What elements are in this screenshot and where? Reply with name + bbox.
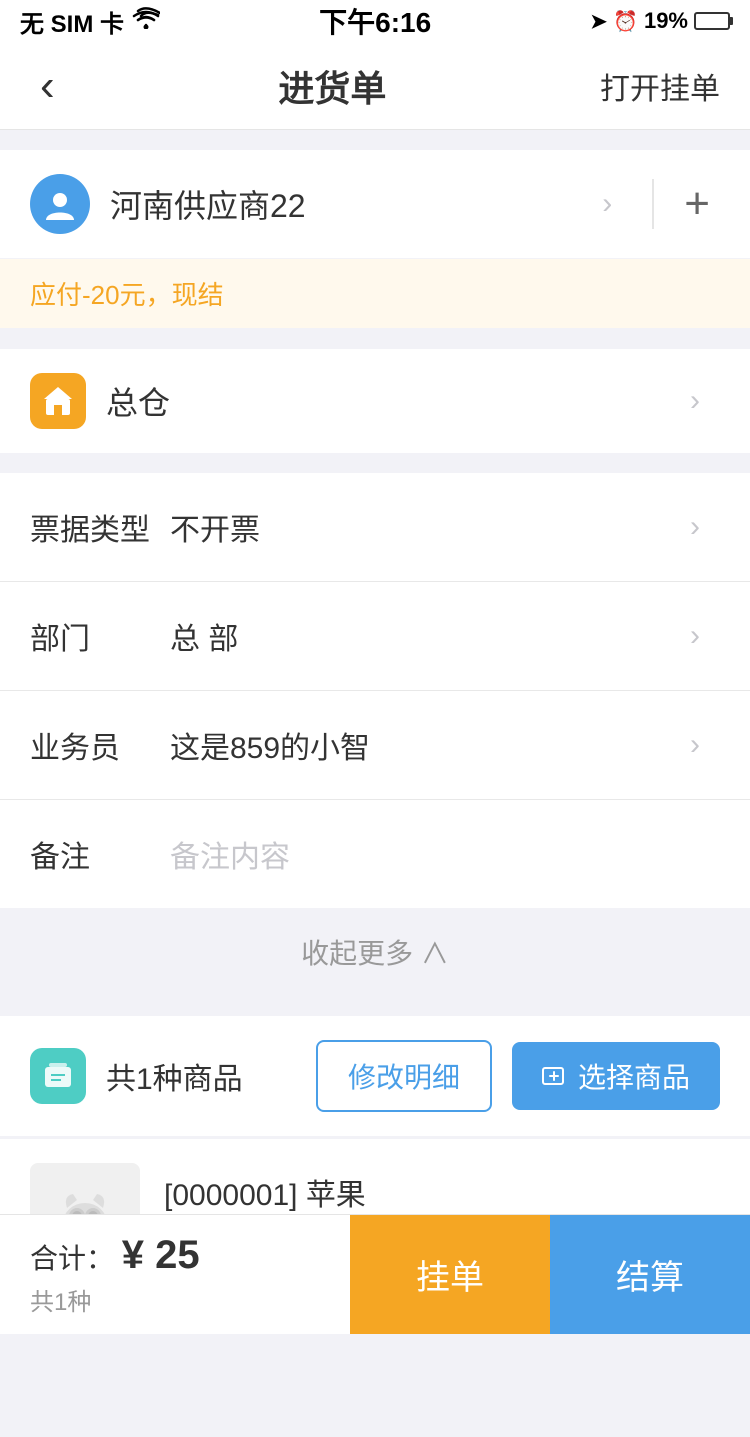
alarm-icon: ⏰	[613, 9, 638, 34]
footer-total-row: 合计： ¥ 25	[30, 1233, 320, 1278]
warehouse-row[interactable]: 总仓 ›	[0, 349, 750, 453]
remarks-row[interactable]: 备注 备注内容	[0, 800, 750, 908]
settle-label: 结算	[616, 1250, 684, 1299]
invoice-chevron-icon: ›	[690, 510, 700, 544]
invoice-row[interactable]: 票据类型 不开票 ›	[0, 473, 750, 582]
page-title: 进货单	[278, 60, 386, 112]
warehouse-icon	[30, 373, 86, 429]
supplier-avatar	[30, 174, 90, 234]
battery-icon	[694, 12, 730, 30]
products-header: 共1种商品 修改明细 选择商品	[0, 1016, 750, 1136]
warehouse-name: 总仓	[106, 378, 690, 424]
back-button[interactable]: ‹	[30, 51, 65, 121]
footer-total: 合计： ¥ 25 共1种	[0, 1215, 350, 1334]
select-product-button[interactable]: 选择商品	[512, 1042, 720, 1110]
staff-label: 业务员	[30, 723, 170, 767]
battery-percent: 19%	[644, 8, 688, 34]
edit-detail-button[interactable]: 修改明细	[316, 1040, 492, 1112]
product-title: 苹果	[306, 1179, 366, 1212]
total-amount: ¥ 25	[122, 1233, 200, 1277]
wifi-icon	[132, 7, 160, 36]
department-value: 总 部	[170, 614, 690, 658]
status-bar: 无 SIM 卡 下午6:16 ➤ ⏰ 19%	[0, 0, 750, 42]
footer: 合计： ¥ 25 共1种 挂单 结算	[0, 1214, 750, 1334]
department-label: 部门	[30, 614, 170, 658]
settle-button[interactable]: 结算	[550, 1215, 750, 1334]
invoice-label: 票据类型	[30, 505, 170, 549]
location-icon: ➤	[590, 9, 607, 34]
product-name: [0000001] 苹果	[164, 1170, 672, 1214]
gap2	[0, 329, 750, 349]
warehouse-card[interactable]: 总仓 ›	[0, 349, 750, 453]
supplier-row[interactable]: 河南供应商22 › +	[0, 150, 750, 259]
gap1	[0, 130, 750, 150]
pending-label: 挂单	[416, 1250, 484, 1299]
supplier-divider	[652, 179, 654, 229]
products-count: 共1种商品	[106, 1054, 296, 1098]
status-right: ➤ ⏰ 19%	[590, 8, 730, 34]
nav-bar: ‹ 进货单 打开挂单	[0, 42, 750, 130]
total-label: 合计：	[30, 1243, 114, 1274]
warehouse-chevron-icon: ›	[690, 384, 700, 418]
notice-bar: 应付-20元，现结	[0, 259, 750, 329]
status-time: 下午6:16	[319, 1, 431, 41]
notice-text: 应付-20元，现结	[30, 280, 224, 310]
select-product-label: 选择商品	[578, 1056, 690, 1096]
staff-chevron-icon: ›	[690, 728, 700, 762]
gap3	[0, 996, 750, 1016]
invoice-value: 不开票	[170, 505, 690, 549]
add-supplier-button[interactable]: +	[674, 179, 720, 229]
remarks-input[interactable]: 备注内容	[170, 832, 720, 876]
department-row[interactable]: 部门 总 部 ›	[0, 582, 750, 691]
collapse-label: 收起更多 ∧	[301, 938, 449, 969]
signal-text: 无 SIM 卡	[20, 4, 124, 39]
product-code: [0000001]	[164, 1179, 297, 1212]
staff-value: 这是859的小智	[170, 723, 690, 767]
staff-row[interactable]: 业务员 这是859的小智 ›	[0, 691, 750, 800]
open-pending-button[interactable]: 打开挂单	[600, 64, 720, 108]
form-section: 票据类型 不开票 › 部门 总 部 › 业务员 这是859的小智 › 备注 备注…	[0, 473, 750, 908]
remarks-label: 备注	[30, 832, 170, 876]
products-icon	[30, 1048, 86, 1104]
supplier-name: 河南供应商22	[110, 181, 602, 227]
footer-sub-label: 共1种	[30, 1282, 320, 1317]
department-chevron-icon: ›	[690, 619, 700, 653]
supplier-chevron-icon: ›	[602, 187, 612, 221]
supplier-card: 河南供应商22 › + 应付-20元，现结	[0, 150, 750, 329]
pending-button[interactable]: 挂单	[350, 1215, 550, 1334]
status-left: 无 SIM 卡	[20, 4, 160, 39]
collapse-bar[interactable]: 收起更多 ∧	[0, 908, 750, 996]
